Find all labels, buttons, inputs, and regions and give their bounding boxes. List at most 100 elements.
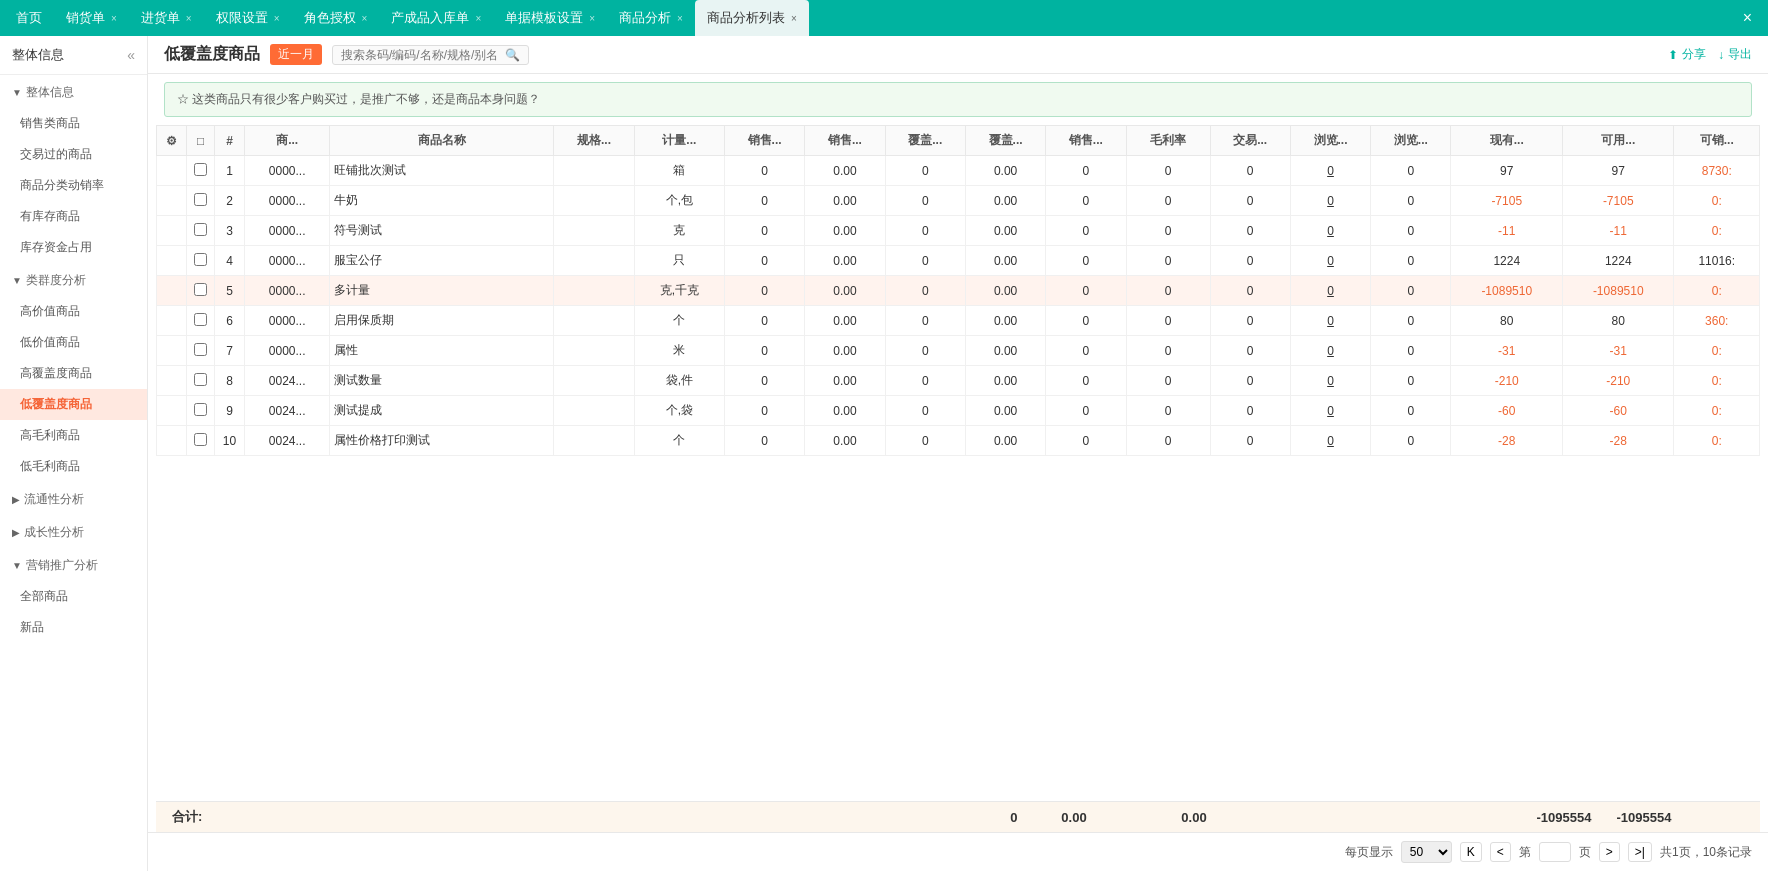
cell-check[interactable]: [187, 396, 215, 426]
cell-saleable: 0:: [1674, 366, 1760, 396]
cell-check[interactable]: [187, 156, 215, 186]
nav-home[interactable]: 首页: [4, 0, 54, 36]
col-header-cover1[interactable]: 覆盖...: [885, 126, 965, 156]
nav-close-sales-order[interactable]: ×: [111, 13, 117, 24]
sidebar-toggle-button[interactable]: «: [127, 47, 135, 63]
close-all-button[interactable]: ×: [1731, 9, 1764, 27]
prev-page-button[interactable]: <: [1490, 842, 1511, 862]
col-header-trade[interactable]: 交易...: [1210, 126, 1290, 156]
nav-production-inbound[interactable]: 产成品入库单 ×: [379, 0, 493, 36]
search-icon[interactable]: 🔍: [505, 48, 520, 62]
col-header-stock[interactable]: 现有...: [1451, 126, 1563, 156]
cell-check[interactable]: [187, 336, 215, 366]
cell-check[interactable]: [187, 216, 215, 246]
cell-cover1: 0: [885, 246, 965, 276]
sidebar-item-low-margin[interactable]: 低毛利商品: [0, 451, 147, 482]
sidebar-group-title-liquidity[interactable]: ▶ 流通性分析: [0, 484, 147, 515]
sidebar-item-category-turnover[interactable]: 商品分类动销率: [0, 170, 147, 201]
nav-sales-order[interactable]: 销货单 ×: [54, 0, 129, 36]
sidebar-group-title-overall[interactable]: ▼ 整体信息: [0, 77, 147, 108]
sidebar-item-high-value[interactable]: 高价值商品: [0, 296, 147, 327]
cell-sales-amt: 0.00: [805, 426, 885, 456]
nav-close-doc-template[interactable]: ×: [589, 13, 595, 24]
cell-saleable: 0:: [1674, 216, 1760, 246]
nav-close-product-analysis[interactable]: ×: [677, 13, 683, 24]
date-filter-button[interactable]: 近一月: [270, 44, 322, 65]
col-header-available[interactable]: 可用...: [1562, 126, 1674, 156]
sidebar-group-title-cluster[interactable]: ▼ 类群度分析: [0, 265, 147, 296]
page-number-input[interactable]: 1: [1539, 842, 1571, 862]
cell-browse1[interactable]: 0: [1290, 186, 1370, 216]
cell-trade: 0: [1210, 246, 1290, 276]
cell-check[interactable]: [187, 366, 215, 396]
cell-no: 5: [215, 276, 245, 306]
cell-browse1[interactable]: 0: [1290, 426, 1370, 456]
cell-cover2: 0.00: [965, 306, 1045, 336]
col-header-name[interactable]: 商品名称: [330, 126, 554, 156]
page-label-after: 页: [1579, 844, 1591, 861]
cell-browse1[interactable]: 0: [1290, 336, 1370, 366]
sidebar-item-low-value[interactable]: 低价值商品: [0, 327, 147, 358]
sidebar-item-high-coverage[interactable]: 高覆盖度商品: [0, 358, 147, 389]
sidebar-item-stocked-products[interactable]: 有库存商品: [0, 201, 147, 232]
cell-browse1[interactable]: 0: [1290, 306, 1370, 336]
last-page-button[interactable]: >|: [1628, 842, 1652, 862]
cell-name: 旺铺批次测试: [330, 156, 554, 186]
nav-close-product-analysis-list[interactable]: ×: [791, 13, 797, 24]
sidebar-group-title-marketing[interactable]: ▼ 营销推广分析: [0, 550, 147, 581]
nav-close-permissions[interactable]: ×: [274, 13, 280, 24]
nav-doc-template[interactable]: 单据模板设置 ×: [493, 0, 607, 36]
next-page-button[interactable]: >: [1599, 842, 1620, 862]
export-button[interactable]: ↓ 导出: [1718, 46, 1752, 63]
col-header-browse2[interactable]: 浏览...: [1371, 126, 1451, 156]
page-size-select[interactable]: 50 100 200: [1401, 841, 1452, 863]
col-header-check[interactable]: □: [187, 126, 215, 156]
cell-browse1[interactable]: 0: [1290, 216, 1370, 246]
cell-check[interactable]: [187, 246, 215, 276]
cell-browse1[interactable]: 0: [1290, 396, 1370, 426]
cell-code: 0000...: [245, 276, 330, 306]
share-button[interactable]: ⬆ 分享: [1668, 46, 1706, 63]
cell-settings: [157, 156, 187, 186]
col-header-gross-margin[interactable]: 毛利率: [1126, 126, 1210, 156]
sidebar-group-title-growth[interactable]: ▶ 成长性分析: [0, 517, 147, 548]
nav-close-purchase-order[interactable]: ×: [186, 13, 192, 24]
col-header-spec[interactable]: 规格...: [554, 126, 634, 156]
first-page-button[interactable]: K: [1460, 842, 1482, 862]
nav-close-production-inbound[interactable]: ×: [475, 13, 481, 24]
sidebar-item-sales-products[interactable]: 销售类商品: [0, 108, 147, 139]
cell-stock: 1224: [1451, 246, 1563, 276]
sidebar-item-low-coverage[interactable]: 低覆盖度商品: [0, 389, 147, 420]
col-header-sales-qty[interactable]: 销售...: [724, 126, 804, 156]
col-header-sales-amt[interactable]: 销售...: [805, 126, 885, 156]
sidebar-item-all-products[interactable]: 全部商品: [0, 581, 147, 612]
sidebar-item-stock-capital[interactable]: 库存资金占用: [0, 232, 147, 263]
nav-purchase-order[interactable]: 进货单 ×: [129, 0, 204, 36]
cell-check[interactable]: [187, 306, 215, 336]
nav-permissions[interactable]: 权限设置 ×: [204, 0, 292, 36]
col-header-saleable[interactable]: 可销...: [1674, 126, 1760, 156]
col-header-code[interactable]: 商...: [245, 126, 330, 156]
col-header-settings[interactable]: ⚙: [157, 126, 187, 156]
cell-stock: -7105: [1451, 186, 1563, 216]
cell-browse1[interactable]: 0: [1290, 276, 1370, 306]
cell-browse1[interactable]: 0: [1290, 156, 1370, 186]
search-input[interactable]: [341, 48, 501, 62]
arrow-icon-growth: ▶: [12, 527, 20, 538]
cell-browse1[interactable]: 0: [1290, 366, 1370, 396]
nav-product-analysis[interactable]: 商品分析 ×: [607, 0, 695, 36]
col-header-browse1[interactable]: 浏览...: [1290, 126, 1370, 156]
cell-browse1[interactable]: 0: [1290, 246, 1370, 276]
col-header-cover2[interactable]: 覆盖...: [965, 126, 1045, 156]
sidebar-item-new-products[interactable]: 新品: [0, 612, 147, 643]
cell-check[interactable]: [187, 426, 215, 456]
cell-check[interactable]: [187, 186, 215, 216]
col-header-sales-extra[interactable]: 销售...: [1046, 126, 1126, 156]
nav-close-role-auth[interactable]: ×: [362, 13, 368, 24]
nav-product-analysis-list[interactable]: 商品分析列表 ×: [695, 0, 809, 36]
cell-check[interactable]: [187, 276, 215, 306]
sidebar-item-traded-products[interactable]: 交易过的商品: [0, 139, 147, 170]
sidebar-item-high-margin[interactable]: 高毛利商品: [0, 420, 147, 451]
nav-role-auth[interactable]: 角色授权 ×: [292, 0, 380, 36]
col-header-unit[interactable]: 计量...: [634, 126, 724, 156]
